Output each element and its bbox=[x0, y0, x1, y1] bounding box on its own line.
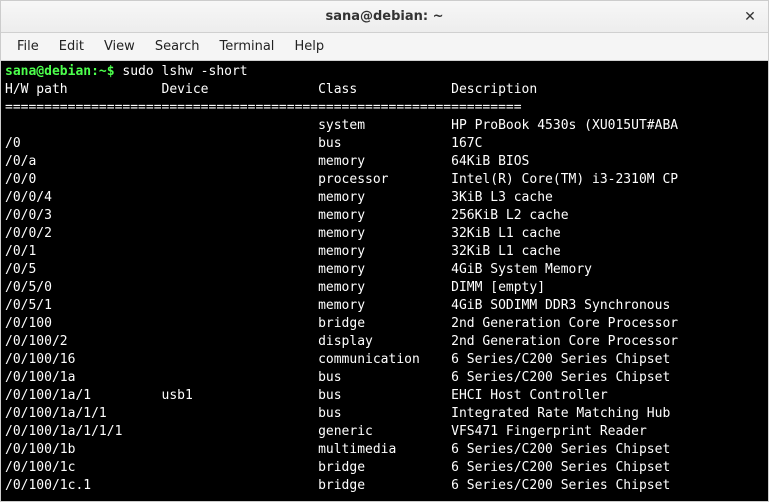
terminal-window: sana@debian: ~ ✕ File Edit View Search T… bbox=[0, 0, 769, 502]
menu-edit[interactable]: Edit bbox=[49, 35, 94, 58]
prompt-user: sana@debian bbox=[5, 64, 91, 79]
table-row: /0/5/1 memory 4GiB SODIMM DDR3 Synchrono… bbox=[5, 297, 764, 315]
table-row: /0 bus 167C bbox=[5, 135, 764, 153]
table-row: system HP ProBook 4530s (XU015UT#ABA bbox=[5, 117, 764, 135]
table-row: /0/100/1c.1 bridge 6 Series/C200 Series … bbox=[5, 477, 764, 495]
menu-file[interactable]: File bbox=[7, 35, 49, 58]
titlebar: sana@debian: ~ ✕ bbox=[1, 1, 768, 33]
header-rule: ========================================… bbox=[5, 99, 764, 117]
table-row: /0/100 bridge 2nd Generation Core Proces… bbox=[5, 315, 764, 333]
table-row: /0/100/2 display 2nd Generation Core Pro… bbox=[5, 333, 764, 351]
table-row: /0/1 memory 32KiB L1 cache bbox=[5, 243, 764, 261]
table-row: /0/100/1c bridge 6 Series/C200 Series Ch… bbox=[5, 459, 764, 477]
command-text: sudo lshw -short bbox=[115, 64, 248, 79]
close-icon[interactable]: ✕ bbox=[740, 7, 760, 27]
prompt-dollar: $ bbox=[107, 64, 115, 79]
menu-search[interactable]: Search bbox=[145, 35, 210, 58]
table-row: /0/5 memory 4GiB System Memory bbox=[5, 261, 764, 279]
menu-view[interactable]: View bbox=[94, 35, 145, 58]
menubar: File Edit View Search Terminal Help bbox=[1, 33, 768, 61]
prompt-line: sana@debian:~$ sudo lshw -short bbox=[5, 63, 764, 81]
prompt-sep: : bbox=[91, 64, 99, 79]
table-row: /0/0 processor Intel(R) Core(TM) i3-2310… bbox=[5, 171, 764, 189]
table-row: /0/0/4 memory 3KiB L3 cache bbox=[5, 189, 764, 207]
table-row: /0/5/0 memory DIMM [empty] bbox=[5, 279, 764, 297]
menu-terminal[interactable]: Terminal bbox=[209, 35, 284, 58]
menu-help[interactable]: Help bbox=[284, 35, 334, 58]
terminal-output[interactable]: sana@debian:~$ sudo lshw -shortH/W path … bbox=[1, 61, 768, 501]
table-row: /0/100/1a bus 6 Series/C200 Series Chips… bbox=[5, 369, 764, 387]
table-row: /0/100/1a/1/1 bus Integrated Rate Matchi… bbox=[5, 405, 764, 423]
table-row: /0/0/2 memory 32KiB L1 cache bbox=[5, 225, 764, 243]
table-header: H/W path Device Class Description bbox=[5, 81, 764, 99]
table-row: /0/0/3 memory 256KiB L2 cache bbox=[5, 207, 764, 225]
table-row: /0/100/16 communication 6 Series/C200 Se… bbox=[5, 351, 764, 369]
table-row: /0/100/1a/1 usb1 bus EHCI Host Controlle… bbox=[5, 387, 764, 405]
table-row: /0/a memory 64KiB BIOS bbox=[5, 153, 764, 171]
prompt-path: ~ bbox=[99, 64, 107, 79]
window-title: sana@debian: ~ bbox=[325, 9, 443, 24]
table-row: /0/100/1a/1/1/1 generic VFS471 Fingerpri… bbox=[5, 423, 764, 441]
table-row: /0/100/1b multimedia 6 Series/C200 Serie… bbox=[5, 441, 764, 459]
